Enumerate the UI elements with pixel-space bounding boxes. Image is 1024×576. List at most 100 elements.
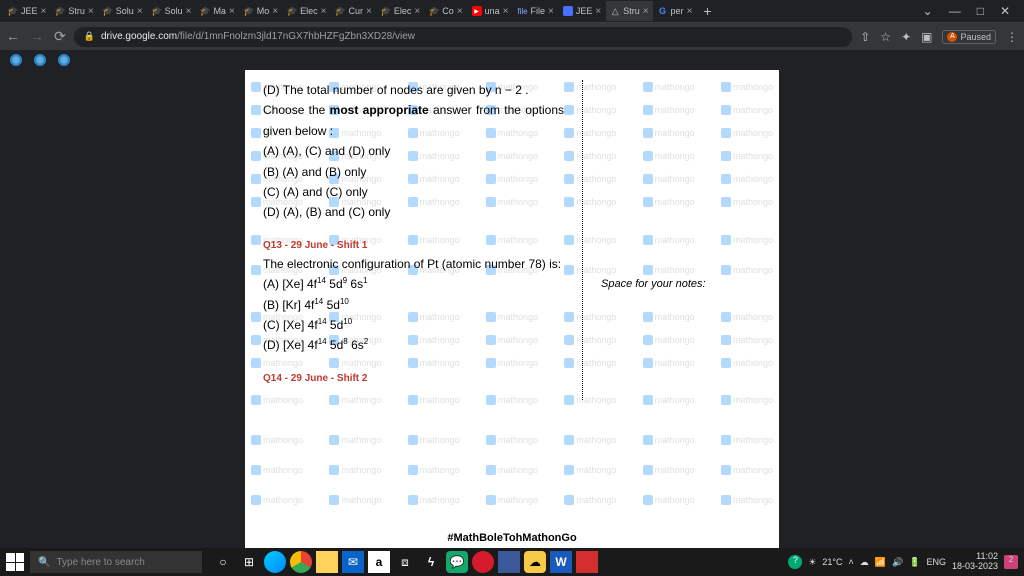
- browser-tab[interactable]: 🎓Solu×: [148, 1, 196, 21]
- hat-icon: 🎓: [8, 6, 18, 16]
- option-text: (D) The total number of nodes are given …: [263, 80, 564, 100]
- instruction-text: Choose the most appropriate answer from …: [263, 100, 564, 141]
- onedrive-tray-icon[interactable]: ☁: [860, 557, 869, 568]
- browser-tab[interactable]: 🎓Ma×: [196, 1, 238, 21]
- youtube-icon: ▶: [472, 6, 482, 16]
- browser-tab[interactable]: 🎓Stru×: [51, 1, 97, 21]
- close-icon[interactable]: ×: [229, 6, 235, 17]
- notes-label: Space for your notes:: [601, 275, 761, 294]
- option-text: (D) (A), (B) and (C) only: [263, 202, 564, 222]
- taskbar-search[interactable]: 🔍 Type here to search: [30, 551, 202, 573]
- taskview-icon[interactable]: ⊞: [238, 551, 260, 573]
- volume-icon[interactable]: 🔊: [892, 557, 903, 568]
- amazon-icon[interactable]: a: [368, 551, 390, 573]
- weather-label[interactable]: 21°C: [822, 557, 842, 567]
- browser-tab[interactable]: 🎓JEE×: [4, 1, 50, 21]
- reload-icon[interactable]: ⟳: [54, 28, 66, 45]
- star-icon[interactable]: ☆: [880, 30, 891, 44]
- onedrive-icon[interactable]: ☁: [524, 551, 546, 573]
- close-icon[interactable]: ×: [41, 6, 47, 17]
- browser-tab[interactable]: 🎓Mo×: [240, 1, 282, 21]
- address-bar: ← → ⟳ 🔒 drive.google.com/file/d/1mnFnolz…: [0, 22, 1024, 50]
- clock[interactable]: 11:02 18-03-2023: [952, 552, 998, 572]
- word-icon[interactable]: W: [550, 551, 572, 573]
- minimize-icon[interactable]: —: [949, 4, 961, 18]
- edge-icon[interactable]: [264, 551, 286, 573]
- browser-tab[interactable]: △Stru×: [606, 1, 652, 21]
- windows-taskbar: 🔍 Type here to search ○ ⊞ ✉ a ⧈ ϟ 💬 ☁ W …: [0, 548, 1024, 576]
- close-icon[interactable]: ×: [321, 6, 327, 17]
- close-icon[interactable]: ×: [548, 6, 554, 17]
- language-label[interactable]: ENG: [926, 557, 946, 567]
- close-icon[interactable]: ×: [272, 6, 278, 17]
- browser-tab[interactable]: JEE×: [559, 1, 605, 21]
- browser-tab[interactable]: 🎓Co×: [425, 1, 466, 21]
- browser-tab[interactable]: 🎓Elec×: [377, 1, 424, 21]
- close-icon[interactable]: ×: [457, 6, 463, 17]
- dropbox-icon[interactable]: ⧈: [394, 551, 416, 573]
- close-icon[interactable]: ×: [366, 6, 372, 17]
- chrome-icon[interactable]: [290, 551, 312, 573]
- winamp-icon[interactable]: ϟ: [420, 551, 442, 573]
- hat-icon: 🎓: [429, 6, 439, 16]
- close-icon[interactable]: ×: [186, 6, 192, 17]
- url-input[interactable]: 🔒 drive.google.com/file/d/1mnFnolzm3jld1…: [74, 27, 853, 47]
- browser-tab[interactable]: 🎓Solu×: [99, 1, 147, 21]
- close-icon[interactable]: ×: [643, 6, 649, 17]
- hat-icon: 🎓: [244, 6, 254, 16]
- newtab-button[interactable]: +: [703, 3, 711, 19]
- close-icon[interactable]: ×: [503, 6, 509, 17]
- close-icon[interactable]: ×: [414, 6, 420, 17]
- gdrive-icon: △: [610, 6, 620, 16]
- start-button[interactable]: [6, 553, 24, 571]
- cortana-icon[interactable]: ○: [212, 551, 234, 573]
- bookmark-list-icon[interactable]: ▣: [921, 30, 932, 44]
- option-text: (B) (A) and (B) only: [263, 162, 564, 182]
- option-text: (D) [Xe] 4f14 5d8 6s2: [263, 335, 564, 355]
- bookmark-icon[interactable]: [58, 54, 70, 66]
- bookmark-icon[interactable]: [34, 54, 46, 66]
- help-icon[interactable]: ?: [788, 555, 802, 569]
- chevron-down-icon[interactable]: ⌄: [923, 4, 933, 18]
- bookmark-icon[interactable]: [10, 54, 22, 66]
- option-text: (A) [Xe] 4f14 5d9 6s1: [263, 274, 564, 294]
- hat-icon: 🎓: [381, 6, 391, 16]
- search-icon: 🔍: [38, 557, 50, 568]
- wifi-icon[interactable]: 📶: [875, 557, 886, 568]
- explorer-icon[interactable]: [316, 551, 338, 573]
- browser-tab[interactable]: ▶una×: [468, 1, 513, 21]
- question-header: Q14 - 29 June - Shift 2: [263, 370, 564, 387]
- close-icon[interactable]: ×: [137, 6, 143, 17]
- maximize-icon[interactable]: □: [977, 4, 984, 18]
- menu-icon[interactable]: ⋮: [1006, 30, 1018, 44]
- browser-tab[interactable]: 🎓Cur×: [332, 1, 376, 21]
- mail-icon[interactable]: ✉: [342, 551, 364, 573]
- close-icon[interactable]: ×: [687, 6, 693, 17]
- battery-icon[interactable]: 🔋: [909, 557, 920, 568]
- share-icon[interactable]: ⇧: [860, 30, 870, 44]
- close-window-icon[interactable]: ✕: [1000, 4, 1010, 18]
- option-text: (C) (A) and (C) only: [263, 182, 564, 202]
- option-text: (A) (A), (C) and (D) only: [263, 141, 564, 161]
- browser-tab[interactable]: 🎓Elec×: [283, 1, 330, 21]
- pdf-icon[interactable]: [576, 551, 598, 573]
- back-icon[interactable]: ←: [6, 28, 20, 45]
- notifications-icon[interactable]: 2: [1004, 555, 1018, 569]
- question-text: The electronic configuration of Pt (atom…: [263, 254, 564, 274]
- option-text: (C) [Xe] 4f14 5d10: [263, 315, 564, 335]
- hat-icon: 🎓: [103, 6, 113, 16]
- option-text: (B) [Kr] 4f14 5d10: [263, 295, 564, 315]
- browser-tab[interactable]: fileFile×: [513, 1, 557, 21]
- forward-icon[interactable]: →: [30, 28, 44, 45]
- app-icon: [563, 6, 573, 16]
- profile-paused[interactable]: APaused: [942, 30, 996, 44]
- browser-tab[interactable]: Gper×: [654, 1, 697, 21]
- opera-icon[interactable]: [472, 551, 494, 573]
- chevron-up-icon[interactable]: ˄: [849, 557, 854, 567]
- close-icon[interactable]: ×: [595, 6, 601, 17]
- extensions-icon[interactable]: ✦: [901, 30, 911, 44]
- chat-icon[interactable]: 💬: [446, 551, 468, 573]
- close-icon[interactable]: ×: [88, 6, 94, 17]
- app-icon[interactable]: [498, 551, 520, 573]
- document-page: mathongomathongomathongomathongomathongo…: [245, 70, 779, 548]
